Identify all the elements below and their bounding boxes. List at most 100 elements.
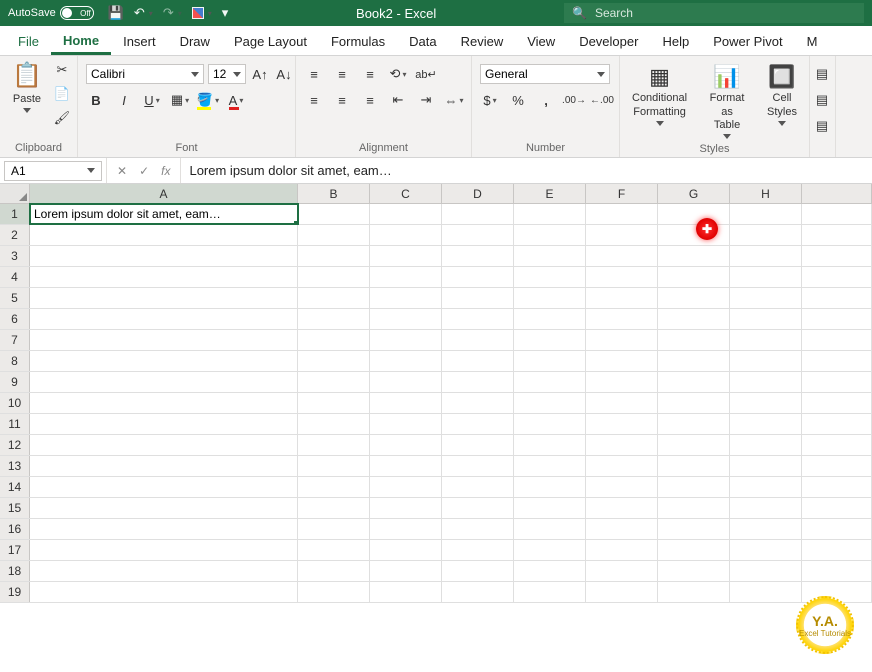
tab-home[interactable]: Home: [51, 27, 111, 55]
cell[interactable]: [586, 582, 658, 602]
decrease-font-icon[interactable]: A↓: [274, 64, 294, 84]
cell[interactable]: [30, 288, 298, 308]
row-header[interactable]: 3: [0, 246, 30, 266]
undo-button[interactable]: ↶▾: [134, 5, 153, 21]
cell[interactable]: [442, 204, 514, 224]
cut-button[interactable]: ✂: [52, 60, 72, 80]
row-header[interactable]: 17: [0, 540, 30, 560]
cell[interactable]: [514, 582, 586, 602]
cell[interactable]: [586, 288, 658, 308]
col-header[interactable]: A: [30, 184, 298, 203]
cell[interactable]: [730, 225, 802, 245]
cell[interactable]: [30, 372, 298, 392]
align-right-icon[interactable]: ≡: [360, 90, 380, 110]
cell[interactable]: [298, 372, 370, 392]
cell[interactable]: [730, 414, 802, 434]
col-header[interactable]: F: [586, 184, 658, 203]
cell[interactable]: [30, 456, 298, 476]
cell[interactable]: [442, 582, 514, 602]
row-header[interactable]: 16: [0, 519, 30, 539]
bold-button[interactable]: B: [86, 90, 106, 110]
font-size-select[interactable]: 12: [208, 64, 246, 84]
cell[interactable]: [298, 561, 370, 581]
cell[interactable]: [586, 267, 658, 287]
cell[interactable]: [370, 246, 442, 266]
row-header[interactable]: 2: [0, 225, 30, 245]
cell[interactable]: [730, 267, 802, 287]
cell[interactable]: [370, 540, 442, 560]
cell[interactable]: [730, 309, 802, 329]
cell[interactable]: [442, 414, 514, 434]
cell[interactable]: [30, 477, 298, 497]
cell[interactable]: [442, 519, 514, 539]
row-header[interactable]: 12: [0, 435, 30, 455]
cell[interactable]: [298, 414, 370, 434]
cell[interactable]: [730, 561, 802, 581]
cell[interactable]: [802, 477, 872, 497]
cell[interactable]: [30, 498, 298, 518]
border-button[interactable]: ▦▾: [170, 90, 190, 110]
cell[interactable]: [442, 435, 514, 455]
cell[interactable]: [298, 225, 370, 245]
increase-font-icon[interactable]: A↑: [250, 64, 270, 84]
cell[interactable]: [514, 330, 586, 350]
cell[interactable]: Lorem ipsum dolor sit amet, eam…: [30, 204, 298, 224]
autosave-switch[interactable]: Off: [60, 6, 94, 20]
cell[interactable]: [514, 414, 586, 434]
tab-developer[interactable]: Developer: [567, 28, 650, 55]
cell[interactable]: [514, 540, 586, 560]
cell[interactable]: [30, 330, 298, 350]
cell[interactable]: [514, 498, 586, 518]
copy-button[interactable]: 📄: [52, 84, 72, 104]
cell[interactable]: [658, 225, 730, 245]
cell[interactable]: [658, 561, 730, 581]
row-header[interactable]: 10: [0, 393, 30, 413]
cell[interactable]: [586, 309, 658, 329]
cell[interactable]: [802, 225, 872, 245]
cell[interactable]: [298, 477, 370, 497]
row-header[interactable]: 19: [0, 582, 30, 602]
cell[interactable]: [586, 435, 658, 455]
qat-color-swatch[interactable]: ▾: [192, 7, 212, 19]
cell[interactable]: [30, 435, 298, 455]
cell[interactable]: [586, 414, 658, 434]
cell[interactable]: [442, 477, 514, 497]
cell[interactable]: [730, 498, 802, 518]
qat-overflow[interactable]: ▾: [222, 5, 229, 21]
cell[interactable]: [586, 561, 658, 581]
cell[interactable]: [658, 540, 730, 560]
tab-draw[interactable]: Draw: [168, 28, 222, 55]
cell[interactable]: [298, 540, 370, 560]
cell[interactable]: [298, 393, 370, 413]
decrease-indent-icon[interactable]: ⇤: [388, 90, 408, 110]
format-cells-icon[interactable]: ▤: [812, 116, 832, 136]
cell[interactable]: [730, 477, 802, 497]
cell-styles-button[interactable]: 🔲 Cell Styles: [763, 62, 801, 128]
cell[interactable]: [586, 246, 658, 266]
cell[interactable]: [730, 204, 802, 224]
cell[interactable]: [298, 456, 370, 476]
font-name-select[interactable]: Calibri: [86, 64, 204, 84]
cell[interactable]: [802, 330, 872, 350]
cell[interactable]: [30, 414, 298, 434]
cell[interactable]: [658, 498, 730, 518]
cell[interactable]: [298, 330, 370, 350]
cell[interactable]: [370, 309, 442, 329]
cell[interactable]: [658, 351, 730, 371]
tab-formulas[interactable]: Formulas: [319, 28, 397, 55]
tab-data[interactable]: Data: [397, 28, 448, 55]
cell[interactable]: [514, 204, 586, 224]
cell[interactable]: [586, 477, 658, 497]
cell[interactable]: [514, 456, 586, 476]
cell[interactable]: [802, 519, 872, 539]
select-all-corner[interactable]: [0, 184, 30, 203]
cell[interactable]: [514, 561, 586, 581]
fill-color-button[interactable]: 🪣▾: [198, 90, 218, 110]
enter-formula-icon[interactable]: ✓: [139, 164, 149, 178]
name-box[interactable]: A1: [4, 161, 102, 181]
cell[interactable]: [586, 498, 658, 518]
cell[interactable]: [298, 246, 370, 266]
cell[interactable]: [514, 372, 586, 392]
tab-power-pivot[interactable]: Power Pivot: [701, 28, 794, 55]
font-color-button[interactable]: A▾: [226, 90, 246, 110]
